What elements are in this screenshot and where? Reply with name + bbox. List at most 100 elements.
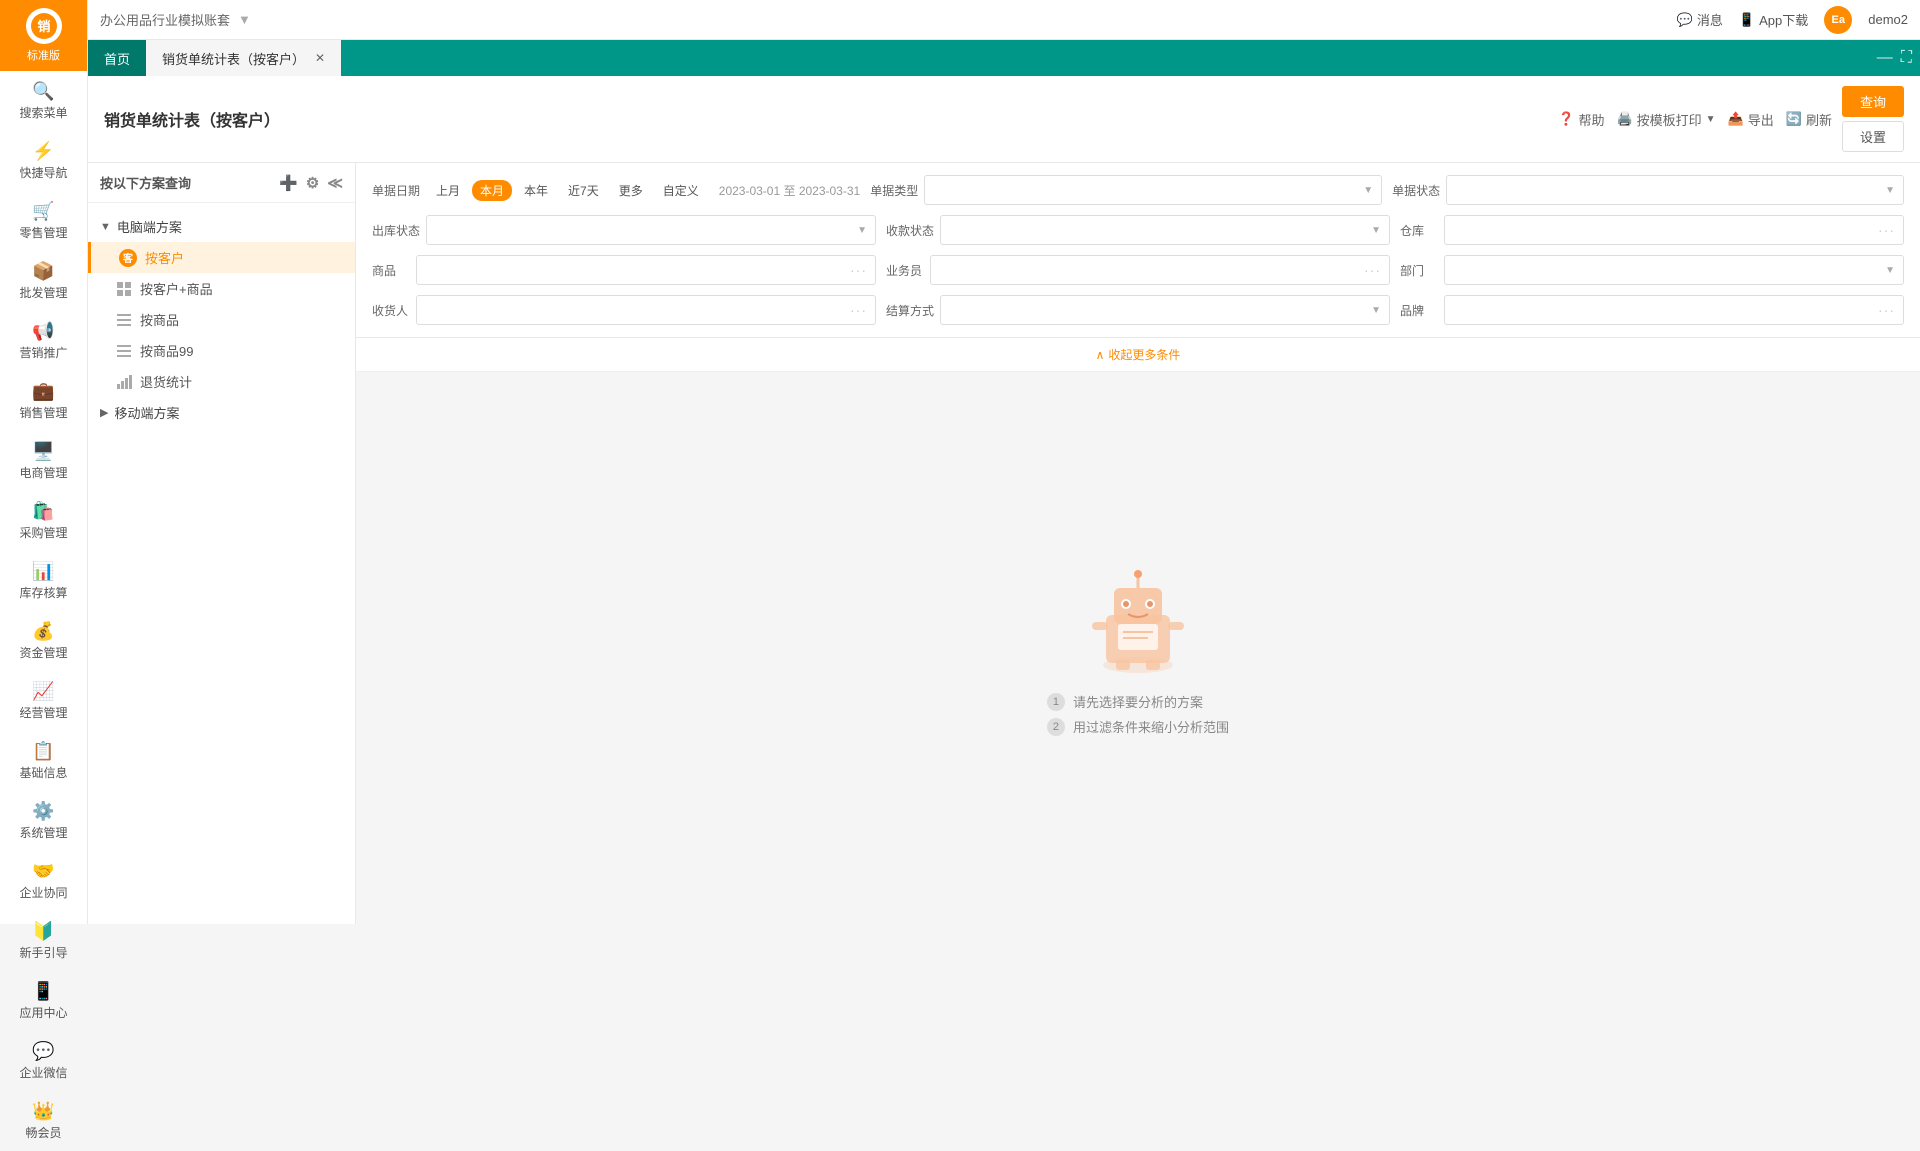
sidebar-item-appstore[interactable]: 📱 应用中心 — [0, 971, 87, 1031]
tab-minimize-icon[interactable]: — — [1877, 49, 1893, 67]
settings-button[interactable]: 设置 — [1842, 121, 1904, 152]
query-button[interactable]: 查询 — [1842, 86, 1904, 117]
doc-type-field[interactable] — [933, 183, 1363, 197]
empty-tips: 1 请先选择要分析的方案 2 用过滤条件来缩小分析范围 — [1047, 692, 1229, 736]
tip-1-text: 请先选择要分析的方案 — [1073, 692, 1203, 711]
sidebar-item-system[interactable]: ⚙️ 系统管理 — [0, 791, 87, 851]
tree-parent-desktop-label: 电脑端方案 — [117, 217, 182, 236]
sidebar-item-system-label: 系统管理 — [19, 824, 67, 841]
body-layout: 按以下方案查询 ➕ ⚙ ≪ ▼ 电脑端方案 客 按客户 — [88, 163, 1920, 924]
add-scheme-icon[interactable]: ➕ — [279, 174, 298, 192]
industry-dropdown-icon[interactable]: ▼ — [238, 12, 251, 27]
department-field[interactable] — [1453, 263, 1885, 277]
salesperson-input[interactable]: ··· — [930, 255, 1390, 285]
print-label: 按模板打印 — [1637, 110, 1702, 129]
sidebar-item-wholesale[interactable]: 📦 批发管理 — [0, 251, 87, 311]
tree-child-return-stats[interactable]: 退货统计 — [88, 366, 355, 397]
sidebar-item-sales[interactable]: 💼 销售管理 — [0, 371, 87, 431]
brand-label: 品牌 — [1400, 302, 1438, 319]
tab-close-btn[interactable]: ✕ — [315, 51, 325, 65]
help-btn[interactable]: ❓ 帮助 — [1558, 110, 1604, 129]
payment-status-field[interactable] — [949, 223, 1371, 237]
tree-child-return-stats-label: 退货统计 — [140, 372, 192, 391]
doc-status-input[interactable]: ▼ — [1446, 175, 1904, 205]
sidebar-item-search[interactable]: 🔍 搜索菜单 — [0, 71, 87, 131]
sidebar-item-guide[interactable]: 🔰 新手引导 — [0, 911, 87, 971]
tree-child-by-goods[interactable]: 按商品 — [88, 304, 355, 335]
marketing-icon: 📢 — [32, 321, 54, 342]
settlement-input[interactable]: ▼ — [940, 295, 1390, 325]
filter-outbound-status: 出库状态 ▼ — [372, 215, 876, 245]
outbound-status-field[interactable] — [435, 223, 857, 237]
tree-parent-mobile[interactable]: ▶ 移动端方案 — [88, 397, 355, 428]
logo-text: 标准版 — [27, 47, 60, 63]
export-btn[interactable]: 📤 导出 — [1728, 110, 1774, 129]
recipient-input[interactable]: ··· — [416, 295, 876, 325]
user-avatar[interactable]: Ea — [1824, 6, 1852, 34]
sidebar-item-enterprise[interactable]: 🤝 企业协同 — [0, 851, 87, 911]
recipient-field[interactable] — [425, 303, 850, 317]
filter-department: 部门 ▼ — [1400, 255, 1904, 285]
sidebar-item-member-label: 畅会员 — [25, 1124, 61, 1141]
sidebar-item-operation[interactable]: 📈 经营管理 — [0, 671, 87, 731]
logo-icon: 销 — [26, 8, 62, 44]
payment-status-label: 收款状态 — [886, 222, 934, 239]
tree-parent-mobile-label: 移动端方案 — [114, 403, 179, 422]
print-btn[interactable]: 🖨️ 按模板打印 ▼ — [1616, 110, 1715, 129]
avatar-text: Ea — [1832, 14, 1845, 26]
sidebar-item-member[interactable]: 👑 畅会员 — [0, 1091, 87, 1151]
goods-input[interactable]: ··· — [416, 255, 876, 285]
collapse-bar[interactable]: ∧ 收起更多条件 — [356, 338, 1920, 372]
sidebar-item-inventory[interactable]: 📊 库存核算 — [0, 551, 87, 611]
tab-sales-stats[interactable]: 销货单统计表（按客户） ✕ — [146, 40, 341, 76]
tree-child-by-goods-99[interactable]: 按商品99 — [88, 335, 355, 366]
warehouse-field[interactable] — [1453, 223, 1878, 237]
sidebar-item-finance[interactable]: 💰 资金管理 — [0, 611, 87, 671]
goods-field[interactable] — [425, 263, 850, 277]
warehouse-input[interactable]: ··· — [1444, 215, 1904, 245]
outbound-status-input[interactable]: ▼ — [426, 215, 876, 245]
sidebar-item-quicknav[interactable]: ⚡ 快捷导航 — [0, 131, 87, 191]
app-download-btn[interactable]: 📱 App下载 — [1739, 10, 1808, 29]
doc-status-field[interactable] — [1455, 183, 1885, 197]
filter-row-3: 商品 ··· 业务员 ··· — [372, 255, 1904, 285]
tab-home[interactable]: 首页 — [88, 40, 146, 76]
search-icon: 🔍 — [32, 81, 54, 102]
settlement-field[interactable] — [949, 303, 1371, 317]
date-tab-more[interactable]: 更多 — [611, 180, 651, 201]
page-header-actions: ❓ 帮助 🖨️ 按模板打印 ▼ 📤 导出 🔄 刷新 — [1558, 110, 1832, 129]
edit-scheme-icon[interactable]: ⚙ — [306, 174, 319, 192]
by-customer-icon: 客 — [119, 249, 137, 267]
department-input[interactable]: ▼ — [1444, 255, 1904, 285]
sidebar-item-basic[interactable]: 📋 基础信息 — [0, 731, 87, 791]
refresh-label: 刷新 — [1806, 110, 1832, 129]
basic-icon: 📋 — [32, 741, 54, 762]
sidebar-item-wechat[interactable]: 💬 企业微信 — [0, 1031, 87, 1091]
date-filter: 单据日期 上月 本月 本年 近7天 更多 自定义 2023-03-01 至 20… — [372, 180, 860, 201]
sidebar-item-purchase[interactable]: 🛍️ 采购管理 — [0, 491, 87, 551]
sidebar-item-retail[interactable]: 🛒 零售管理 — [0, 191, 87, 251]
filter-payment-status: 收款状态 ▼ — [886, 215, 1390, 245]
left-panel-header-icons: ➕ ⚙ ≪ — [279, 174, 343, 192]
brand-field[interactable] — [1453, 303, 1878, 317]
doc-type-input[interactable]: ▼ — [924, 175, 1382, 205]
message-btn[interactable]: 💬 消息 — [1677, 10, 1723, 29]
tree-parent-desktop[interactable]: ▼ 电脑端方案 — [88, 211, 355, 242]
date-tab-7days[interactable]: 近7天 — [560, 180, 607, 201]
date-tab-this-year[interactable]: 本年 — [516, 180, 556, 201]
date-tab-this-month[interactable]: 本月 — [472, 180, 512, 201]
sidebar-item-ecommerce[interactable]: 🖥️ 电商管理 — [0, 431, 87, 491]
refresh-btn[interactable]: 🔄 刷新 — [1786, 110, 1832, 129]
payment-status-input[interactable]: ▼ — [940, 215, 1390, 245]
tab-maximize-icon[interactable]: ⛶ — [1901, 49, 1912, 67]
date-tab-last-month[interactable]: 上月 — [428, 180, 468, 201]
tip-num-2: 2 — [1047, 718, 1065, 736]
date-tab-custom[interactable]: 自定义 — [655, 180, 707, 201]
sidebar-item-marketing[interactable]: 📢 营销推广 — [0, 311, 87, 371]
brand-input[interactable]: ··· — [1444, 295, 1904, 325]
salesperson-field[interactable] — [939, 263, 1364, 277]
tree-child-by-customer-goods[interactable]: 按客户+商品 — [88, 273, 355, 304]
collapse-panel-icon[interactable]: ≪ — [327, 174, 343, 192]
sidebar-logo[interactable]: 销 标准版 — [0, 0, 87, 71]
tree-child-by-customer[interactable]: 客 按客户 — [88, 242, 355, 273]
